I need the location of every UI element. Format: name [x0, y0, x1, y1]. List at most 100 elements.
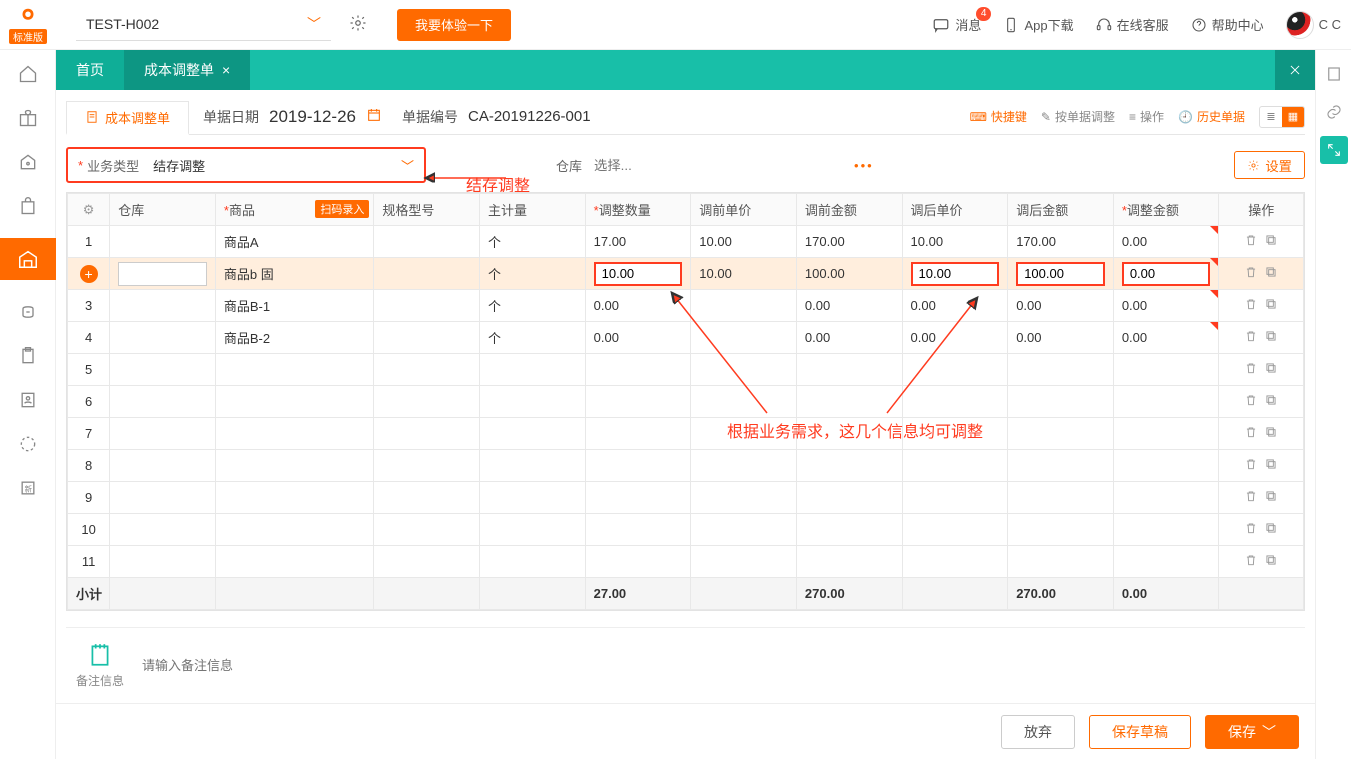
cell-bprice[interactable] — [691, 418, 797, 450]
dock-note-icon[interactable] — [1320, 60, 1348, 88]
more-icon[interactable]: ••• — [854, 158, 874, 173]
cell-qty[interactable] — [585, 514, 691, 546]
col-warehouse[interactable]: 仓库 — [110, 194, 216, 226]
cell-wh[interactable] — [110, 354, 216, 386]
cell-spec[interactable] — [374, 258, 480, 290]
copy-icon[interactable] — [1264, 457, 1278, 471]
cell-aprice[interactable] — [902, 546, 1008, 578]
cell-bamt[interactable]: 170.00 — [796, 226, 902, 258]
copy-icon[interactable] — [1264, 425, 1278, 439]
cell-uom[interactable] — [479, 418, 585, 450]
copy-icon[interactable] — [1264, 361, 1278, 375]
cell-uom[interactable]: 个 — [479, 322, 585, 354]
messages-button[interactable]: 消息 4 — [932, 15, 981, 34]
cell-aprice[interactable] — [902, 418, 1008, 450]
cell-spec[interactable] — [374, 482, 480, 514]
cell-product[interactable]: 商品A — [215, 226, 373, 258]
date-value[interactable]: 2019-12-26 — [269, 107, 356, 127]
cell-aprice[interactable] — [902, 514, 1008, 546]
cell-adj[interactable] — [1113, 482, 1219, 514]
delete-icon[interactable] — [1244, 521, 1258, 535]
cell-spec[interactable] — [374, 418, 480, 450]
copy-icon[interactable] — [1264, 489, 1278, 503]
col-bamt[interactable]: 调前金额 — [796, 194, 902, 226]
cell-aamt[interactable]: 170.00 — [1008, 226, 1114, 258]
cell-aamt[interactable] — [1008, 482, 1114, 514]
cell-uom[interactable]: 个 — [479, 290, 585, 322]
cell-qty[interactable]: 17.00 — [585, 226, 691, 258]
dock-link-icon[interactable] — [1320, 98, 1348, 126]
discard-button[interactable]: 放弃 — [1001, 715, 1075, 749]
cell-uom[interactable] — [479, 354, 585, 386]
cell-uom[interactable] — [479, 514, 585, 546]
delete-icon[interactable] — [1244, 489, 1258, 503]
delete-icon[interactable] — [1244, 297, 1258, 311]
table-row[interactable]: 6 — [68, 386, 1304, 418]
delete-icon[interactable] — [1244, 457, 1258, 471]
cell-uom[interactable] — [479, 450, 585, 482]
col-adj[interactable]: *调整金额 — [1113, 194, 1219, 226]
tabs-close-all[interactable] — [1275, 50, 1315, 90]
logo[interactable]: 标准版 — [0, 6, 56, 44]
copy-icon[interactable] — [1264, 329, 1278, 343]
nav-home-icon[interactable] — [16, 62, 40, 86]
cell-product[interactable] — [215, 514, 373, 546]
cell-product[interactable] — [215, 418, 373, 450]
nav-bag-icon[interactable] — [16, 194, 40, 218]
nav-profile-icon[interactable] — [16, 388, 40, 412]
aamt-input[interactable] — [1016, 262, 1105, 286]
cell-spec[interactable] — [374, 226, 480, 258]
cell-bprice[interactable] — [691, 290, 797, 322]
cell-aprice[interactable] — [902, 482, 1008, 514]
business-type-select[interactable]: * 业务类型 结存调整 ﹀ — [66, 147, 426, 183]
cell-adj[interactable]: 0.00 — [1113, 290, 1219, 322]
delete-icon[interactable] — [1244, 265, 1258, 279]
cell-qty[interactable] — [585, 546, 691, 578]
cell-wh[interactable] — [110, 322, 216, 354]
cell-product[interactable] — [215, 450, 373, 482]
adj-input[interactable] — [1122, 262, 1211, 286]
page-tab[interactable]: 成本调整单 — [66, 101, 189, 135]
table-row[interactable]: 11 — [68, 546, 1304, 578]
table-row[interactable]: 7 — [68, 418, 1304, 450]
cell-spec[interactable] — [374, 322, 480, 354]
cell-uom[interactable]: 个 — [479, 258, 585, 290]
scan-chip[interactable]: 扫码录入 — [315, 200, 369, 218]
cell-spec[interactable] — [374, 514, 480, 546]
delete-icon[interactable] — [1244, 361, 1258, 375]
cell-bamt[interactable]: 0.00 — [796, 290, 902, 322]
cell-adj[interactable] — [1113, 450, 1219, 482]
cell-uom[interactable] — [479, 546, 585, 578]
col-aamt[interactable]: 调后金额 — [1008, 194, 1114, 226]
cell-uom[interactable] — [479, 482, 585, 514]
calendar-icon[interactable] — [366, 107, 382, 126]
table-row[interactable]: 8 — [68, 450, 1304, 482]
copy-icon[interactable] — [1264, 393, 1278, 407]
cell-bamt[interactable] — [796, 386, 902, 418]
cell-qty[interactable]: 0.00 — [585, 290, 691, 322]
remark-input[interactable] — [142, 658, 1295, 673]
cell-qty[interactable] — [585, 482, 691, 514]
cell-spec[interactable] — [374, 450, 480, 482]
settings-button[interactable]: 设置 — [1234, 151, 1305, 179]
trial-button[interactable]: 我要体验一下 — [397, 9, 511, 41]
cell-product[interactable] — [215, 546, 373, 578]
warehouse-field[interactable]: 仓库 — [556, 156, 794, 175]
cell-wh[interactable] — [110, 226, 216, 258]
table-row[interactable]: 9 — [68, 482, 1304, 514]
col-spec[interactable]: 规格型号 — [374, 194, 480, 226]
cell-aamt[interactable]: 0.00 — [1008, 290, 1114, 322]
cell-bamt[interactable]: 100.00 — [796, 258, 902, 290]
table-row[interactable]: 3商品B-1个0.000.000.000.000.00 — [68, 290, 1304, 322]
cell-aamt[interactable] — [1008, 418, 1114, 450]
save-button[interactable]: 保存 ﹀ — [1205, 715, 1299, 749]
qty-input[interactable] — [594, 262, 683, 286]
cell-wh[interactable] — [110, 386, 216, 418]
user-menu[interactable]: C C — [1286, 11, 1341, 39]
copy-icon[interactable] — [1264, 297, 1278, 311]
service-button[interactable]: 在线客服 — [1096, 15, 1169, 34]
cell-bprice[interactable] — [691, 386, 797, 418]
copy-icon[interactable] — [1264, 233, 1278, 247]
cell-adj[interactable] — [1113, 418, 1219, 450]
cell-bamt[interactable] — [796, 482, 902, 514]
